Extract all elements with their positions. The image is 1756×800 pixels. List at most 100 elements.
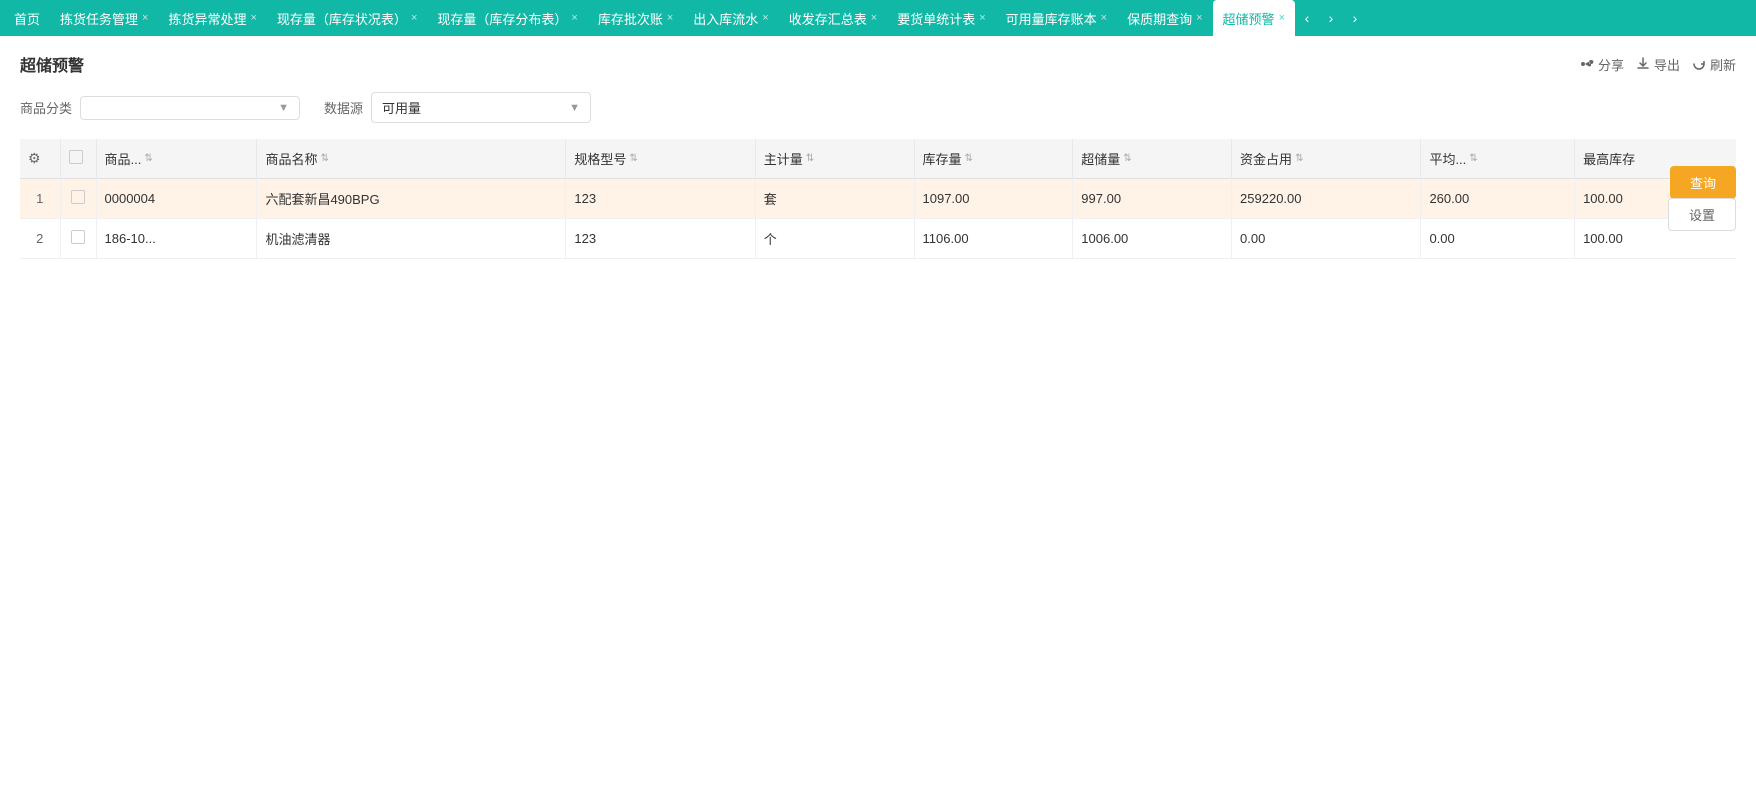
close-icon-8[interactable]: ×: [979, 12, 985, 24]
row-avg-1: 0.00: [1421, 219, 1575, 259]
nav-item-7[interactable]: 收发存汇总表 ×: [779, 0, 887, 36]
sort-icon-code: ⇅: [144, 153, 152, 164]
nav-label-6: 出入库流水: [693, 9, 758, 28]
nav-next-arrow[interactable]: ›: [1319, 0, 1343, 36]
nav-item-9[interactable]: 可用量库存账本 ×: [996, 0, 1117, 36]
th-unit[interactable]: 主计量 ⇅: [755, 139, 914, 179]
page-title: 超储预警: [20, 52, 84, 76]
th-over-label: 超储量: [1081, 149, 1120, 168]
query-button[interactable]: 查询: [1670, 166, 1736, 199]
datasource-select[interactable]: 可用量 ▼: [371, 92, 591, 123]
th-product-code[interactable]: 商品... ⇅: [96, 139, 257, 179]
close-icon-1[interactable]: ×: [142, 12, 148, 24]
th-product-name[interactable]: 商品名称 ⇅: [257, 139, 566, 179]
th-capital[interactable]: 资金占用 ⇅: [1232, 139, 1421, 179]
th-avg-label: 平均...: [1429, 149, 1466, 168]
refresh-label: 刷新: [1710, 55, 1736, 74]
datasource-filter-group: 数据源 可用量 ▼: [324, 92, 591, 123]
nav-item-10[interactable]: 保质期查询 ×: [1117, 0, 1212, 36]
row-capital-1: 0.00: [1232, 219, 1421, 259]
table-container: ⚙ 商品... ⇅ 商品名称 ⇅: [20, 139, 1736, 259]
header-checkbox[interactable]: [69, 150, 83, 164]
nav-item-active[interactable]: 超储预警 ×: [1213, 0, 1295, 36]
th-product-code-label: 商品...: [105, 149, 142, 168]
nav-item-2[interactable]: 拣货异常处理 ×: [158, 0, 266, 36]
row-code-0: 0000004: [96, 179, 257, 219]
th-stock-label: 库存量: [923, 149, 962, 168]
row-seq-1: 2: [20, 219, 60, 259]
row-stock-1: 1106.00: [914, 219, 1073, 259]
nav-item-1[interactable]: 拣货任务管理 ×: [50, 0, 158, 36]
nav-item-4[interactable]: 现存量（库存分布表） ×: [427, 0, 587, 36]
export-icon: [1636, 57, 1650, 71]
set-button[interactable]: 设置: [1668, 198, 1736, 231]
category-select[interactable]: ▼: [80, 96, 300, 120]
nav-item-home[interactable]: 首页: [4, 0, 50, 36]
sort-icon-unit: ⇅: [806, 153, 814, 164]
refresh-icon: [1692, 57, 1706, 71]
row-name-1: 机油滤清器: [257, 219, 566, 259]
th-check: [60, 139, 96, 179]
table-row: 1 0000004 六配套新昌490BPG 123 套 1097.00 997.…: [20, 179, 1736, 219]
category-filter-group: 商品分类 ▼: [20, 96, 300, 120]
row-seq-0: 1: [20, 179, 60, 219]
export-label: 导出: [1654, 55, 1680, 74]
th-spec[interactable]: 规格型号 ⇅: [566, 139, 755, 179]
nav-label-7: 收发存汇总表: [789, 9, 867, 28]
close-icon-2[interactable]: ×: [250, 12, 256, 24]
filter-row: 商品分类 ▼ 数据源 可用量 ▼: [20, 92, 1736, 123]
nav-prev-arrow[interactable]: ‹: [1295, 0, 1319, 36]
row-checkbox-0[interactable]: [71, 190, 85, 204]
row-stock-0: 1097.00: [914, 179, 1073, 219]
header-actions: 分享 导出 刷新: [1580, 55, 1736, 74]
th-unit-label: 主计量: [764, 149, 803, 168]
close-icon-10[interactable]: ×: [1196, 12, 1202, 24]
nav-label-8: 要货单统计表: [897, 9, 975, 28]
close-icon-4[interactable]: ×: [571, 12, 577, 24]
sort-icon-avg: ⇅: [1469, 153, 1477, 164]
nav-item-3[interactable]: 现存量（库存状况表） ×: [267, 0, 427, 36]
row-capital-0: 259220.00: [1232, 179, 1421, 219]
sort-icon-capital: ⇅: [1295, 153, 1303, 164]
nav-more-arrow[interactable]: ›: [1343, 0, 1367, 36]
nav-item-8[interactable]: 要货单统计表 ×: [887, 0, 995, 36]
nav-label-home: 首页: [14, 9, 40, 28]
export-action[interactable]: 导出: [1636, 55, 1680, 74]
category-label: 商品分类: [20, 98, 72, 117]
close-icon-6[interactable]: ×: [762, 12, 768, 24]
th-over[interactable]: 超储量 ⇅: [1073, 139, 1232, 179]
close-icon-5[interactable]: ×: [667, 12, 673, 24]
th-max-stock-label: 最高库存: [1583, 149, 1635, 168]
row-check-1: [60, 219, 96, 259]
close-icon-3[interactable]: ×: [411, 12, 417, 24]
nav-item-6[interactable]: 出入库流水 ×: [683, 0, 778, 36]
row-code-1: 186-10...: [96, 219, 257, 259]
row-name-0: 六配套新昌490BPG: [257, 179, 566, 219]
th-gear: ⚙: [20, 139, 60, 179]
nav-bar: 首页 拣货任务管理 × 拣货异常处理 × 现存量（库存状况表） × 现存量（库存…: [0, 0, 1756, 36]
close-icon-9[interactable]: ×: [1101, 12, 1107, 24]
nav-label-5: 库存批次账: [598, 9, 663, 28]
datasource-select-value: 可用量: [382, 98, 421, 117]
nav-label-9: 可用量库存账本: [1006, 9, 1097, 28]
close-icon-active[interactable]: ×: [1279, 12, 1285, 24]
sort-icon-over: ⇅: [1123, 153, 1131, 164]
nav-label-3: 现存量（库存状况表）: [277, 9, 407, 28]
close-icon-7[interactable]: ×: [871, 12, 877, 24]
sort-icon-stock: ⇅: [965, 153, 973, 164]
gear-icon[interactable]: ⚙: [28, 150, 41, 166]
table-row: 2 186-10... 机油滤清器 123 个 1106.00 1006.00 …: [20, 219, 1736, 259]
th-capital-label: 资金占用: [1240, 149, 1292, 168]
th-avg[interactable]: 平均... ⇅: [1421, 139, 1575, 179]
row-checkbox-1[interactable]: [71, 230, 85, 244]
nav-item-5[interactable]: 库存批次账 ×: [588, 0, 683, 36]
page-content: 超储预警 分享 导出 刷新: [0, 36, 1756, 275]
share-action[interactable]: 分享: [1580, 55, 1624, 74]
refresh-action[interactable]: 刷新: [1692, 55, 1736, 74]
nav-label-2: 拣货异常处理: [168, 9, 246, 28]
th-stock[interactable]: 库存量 ⇅: [914, 139, 1073, 179]
sort-icon-spec: ⇅: [629, 153, 637, 164]
nav-label-active: 超储预警: [1223, 9, 1275, 28]
row-over-0: 997.00: [1073, 179, 1232, 219]
chevron-down-icon: ▼: [278, 102, 289, 114]
